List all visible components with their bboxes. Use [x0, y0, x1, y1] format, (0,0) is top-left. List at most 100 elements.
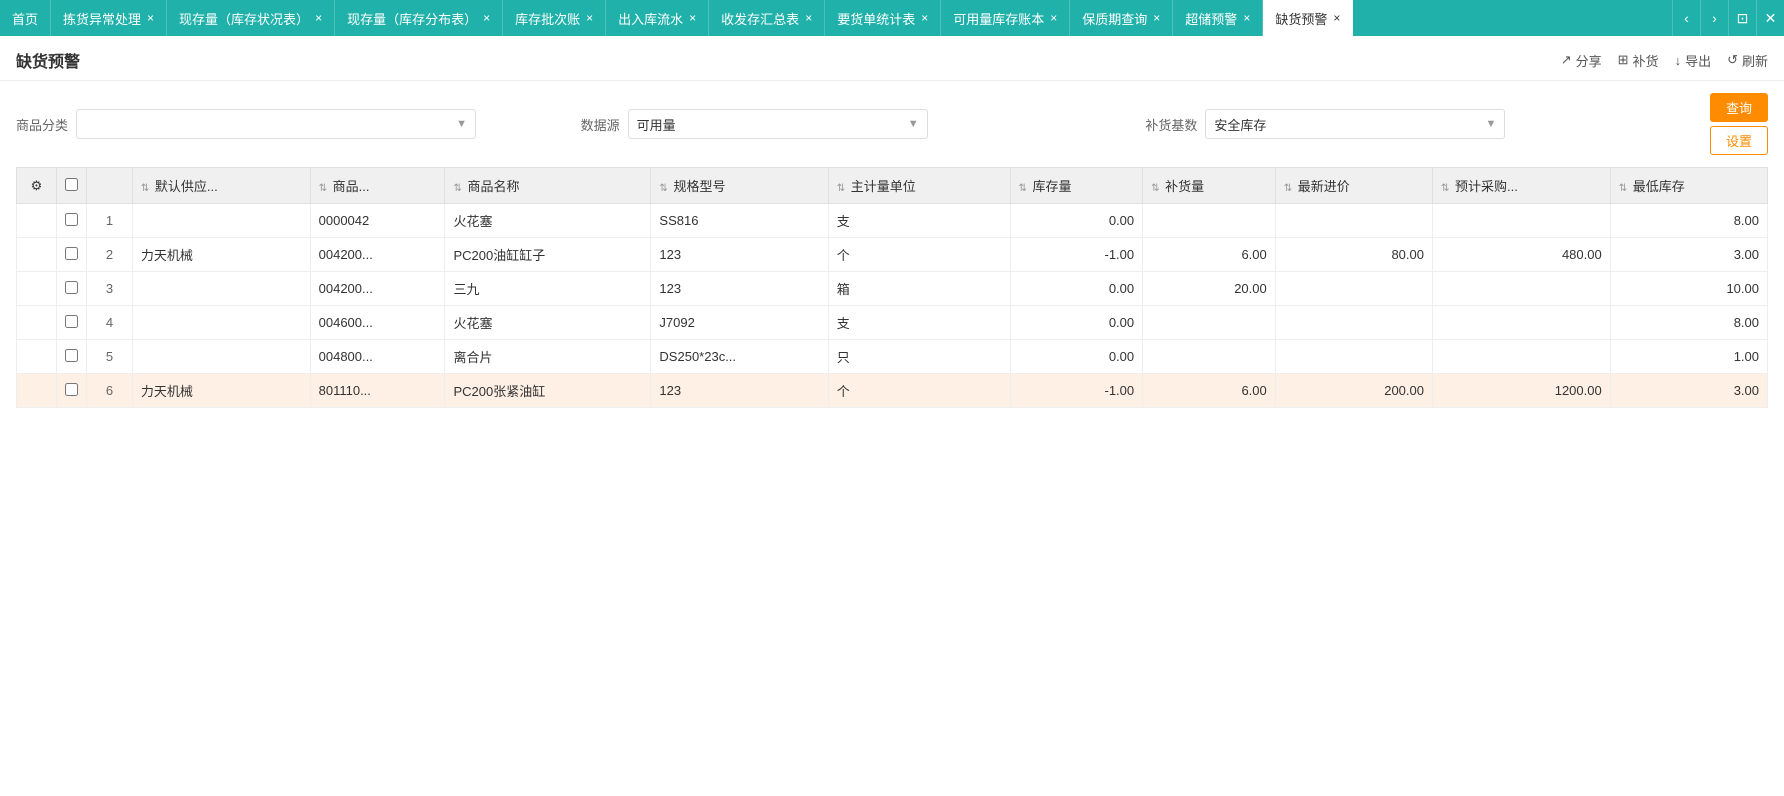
- tab-inventory-status[interactable]: 现存量（库存状况表） ×: [167, 0, 335, 36]
- row-gear-cell-1: [17, 238, 57, 272]
- th-unit[interactable]: ⇅ 主计量单位: [828, 168, 1010, 204]
- tab-pick-exception[interactable]: 拣货异常处理 ×: [51, 0, 167, 36]
- share-button[interactable]: ↗ 分享: [1561, 51, 1602, 70]
- close-tab-9-icon[interactable]: ×: [1153, 11, 1160, 25]
- row-unit-3: 支: [828, 306, 1010, 340]
- row-replenish-3: [1143, 306, 1276, 340]
- export-icon: ↓: [1675, 53, 1682, 68]
- row-stock-4: 0.00: [1010, 340, 1143, 374]
- close-tab-6-icon[interactable]: ×: [805, 11, 812, 25]
- table-row: 1 0000042 火花塞 SS816 支 0.00 8.00: [17, 204, 1768, 238]
- tab-demand-stats[interactable]: 要货单统计表 ×: [825, 0, 941, 36]
- close-tab-7-icon[interactable]: ×: [921, 11, 928, 25]
- tab-batch-account[interactable]: 库存批次账 ×: [503, 0, 606, 36]
- row-num-0: 1: [87, 204, 133, 238]
- row-checkbox-1[interactable]: [65, 247, 78, 260]
- row-checkbox-3[interactable]: [65, 315, 78, 328]
- tab-shortage-warning[interactable]: 缺货预警 ×: [1263, 0, 1353, 36]
- row-latest-price-3: [1275, 306, 1432, 340]
- row-item-name-2: 三九: [445, 272, 651, 306]
- table-row: 4 004600... 火花塞 J7092 支 0.00 8.00: [17, 306, 1768, 340]
- row-checkbox-cell-0[interactable]: [57, 204, 87, 238]
- row-checkbox-0[interactable]: [65, 213, 78, 226]
- row-supplier-5: 力天机械: [132, 374, 310, 408]
- category-filter-group: 商品分类 ▼: [16, 109, 557, 139]
- row-checkbox-2[interactable]: [65, 281, 78, 294]
- row-spec-5: 123: [651, 374, 828, 408]
- settings-button[interactable]: 设置: [1710, 126, 1768, 155]
- row-supplier-4: [132, 340, 310, 374]
- row-num-2: 3: [87, 272, 133, 306]
- row-checkbox-cell-5[interactable]: [57, 374, 87, 408]
- datasource-select-value: 可用量: [637, 115, 676, 134]
- th-estimated-purchase[interactable]: ⇅ 预计采购...: [1432, 168, 1610, 204]
- close-tab-8-icon[interactable]: ×: [1050, 11, 1057, 25]
- row-estimated-purchase-0: [1432, 204, 1610, 238]
- close-tab-3-icon[interactable]: ×: [483, 11, 490, 25]
- close-tab-11-icon[interactable]: ×: [1333, 11, 1340, 25]
- tab-expiry-query[interactable]: 保质期查询 ×: [1070, 0, 1173, 36]
- row-checkbox-4[interactable]: [65, 349, 78, 362]
- row-item-code-4: 004800...: [310, 340, 445, 374]
- row-stock-2: 0.00: [1010, 272, 1143, 306]
- th-spec[interactable]: ⇅ 规格型号: [651, 168, 828, 204]
- row-unit-5: 个: [828, 374, 1010, 408]
- tab-inout-flow[interactable]: 出入库流水 ×: [606, 0, 709, 36]
- th-supplier[interactable]: ⇅ 默认供应...: [132, 168, 310, 204]
- row-replenish-4: [1143, 340, 1276, 374]
- th-item-code[interactable]: ⇅ 商品...: [310, 168, 445, 204]
- close-tab-2-icon[interactable]: ×: [315, 11, 322, 25]
- row-unit-0: 支: [828, 204, 1010, 238]
- main-content: 缺货预警 ↗ 分享 ⊞ 补货 ↓ 导出 ↺ 刷新 商品分类: [0, 36, 1784, 796]
- tab-recv-send-summary[interactable]: 收发存汇总表 ×: [709, 0, 825, 36]
- th-stock[interactable]: ⇅ 库存量: [1010, 168, 1143, 204]
- supplier-sort-icon: ⇅: [141, 183, 149, 194]
- row-checkbox-5[interactable]: [65, 383, 78, 396]
- row-num-4: 5: [87, 340, 133, 374]
- th-replenish[interactable]: ⇅ 补货量: [1143, 168, 1276, 204]
- th-checkbox[interactable]: [57, 168, 87, 204]
- replenish-base-select[interactable]: 安全库存 ▼: [1205, 109, 1505, 139]
- tab-prev-button[interactable]: ‹: [1672, 0, 1700, 36]
- datasource-dropdown-icon: ▼: [908, 118, 919, 130]
- export-button[interactable]: ↓ 导出: [1675, 51, 1712, 70]
- tab-inventory-dist[interactable]: 现存量（库存分布表） ×: [335, 0, 503, 36]
- close-tab-4-icon[interactable]: ×: [586, 11, 593, 25]
- close-tab-5-icon[interactable]: ×: [689, 11, 696, 25]
- tab-close-button[interactable]: ✕: [1756, 0, 1784, 36]
- close-tab-1-icon[interactable]: ×: [147, 11, 154, 25]
- row-item-name-5: PC200张紧油缸: [445, 374, 651, 408]
- item-name-sort-icon: ⇅: [453, 183, 461, 194]
- tab-overstock-warning[interactable]: 超储预警 ×: [1173, 0, 1263, 36]
- close-tab-10-icon[interactable]: ×: [1243, 11, 1250, 25]
- th-gear[interactable]: ⚙: [17, 168, 57, 204]
- row-checkbox-cell-2[interactable]: [57, 272, 87, 306]
- replenish-button[interactable]: ⊞ 补货: [1618, 51, 1659, 70]
- header-actions: ↗ 分享 ⊞ 补货 ↓ 导出 ↺ 刷新: [1561, 51, 1768, 70]
- select-all-checkbox[interactable]: [65, 178, 78, 191]
- tab-available-ledger[interactable]: 可用量库存账本 ×: [941, 0, 1070, 36]
- category-select[interactable]: ▼: [76, 109, 476, 139]
- replenish-icon: ⊞: [1618, 52, 1629, 68]
- row-estimated-purchase-3: [1432, 306, 1610, 340]
- row-supplier-1: 力天机械: [132, 238, 310, 272]
- query-button[interactable]: 查询: [1710, 93, 1768, 122]
- row-checkbox-cell-3[interactable]: [57, 306, 87, 340]
- row-item-code-0: 0000042: [310, 204, 445, 238]
- row-estimated-purchase-1: 480.00: [1432, 238, 1610, 272]
- th-item-name[interactable]: ⇅ 商品名称: [445, 168, 651, 204]
- latest-price-sort-icon: ⇅: [1284, 183, 1292, 194]
- tab-home[interactable]: 首页: [0, 0, 51, 36]
- row-checkbox-cell-1[interactable]: [57, 238, 87, 272]
- tab-next-button[interactable]: ›: [1700, 0, 1728, 36]
- row-estimated-purchase-5: 1200.00: [1432, 374, 1610, 408]
- th-latest-price[interactable]: ⇅ 最新进价: [1275, 168, 1432, 204]
- datasource-select[interactable]: 可用量 ▼: [628, 109, 928, 139]
- th-min-stock[interactable]: ⇅ 最低库存: [1610, 168, 1767, 204]
- row-checkbox-cell-4[interactable]: [57, 340, 87, 374]
- spec-sort-icon: ⇅: [659, 183, 667, 194]
- refresh-button[interactable]: ↺ 刷新: [1727, 51, 1768, 70]
- row-latest-price-0: [1275, 204, 1432, 238]
- tab-restore-button[interactable]: ⊡: [1728, 0, 1756, 36]
- row-estimated-purchase-2: [1432, 272, 1610, 306]
